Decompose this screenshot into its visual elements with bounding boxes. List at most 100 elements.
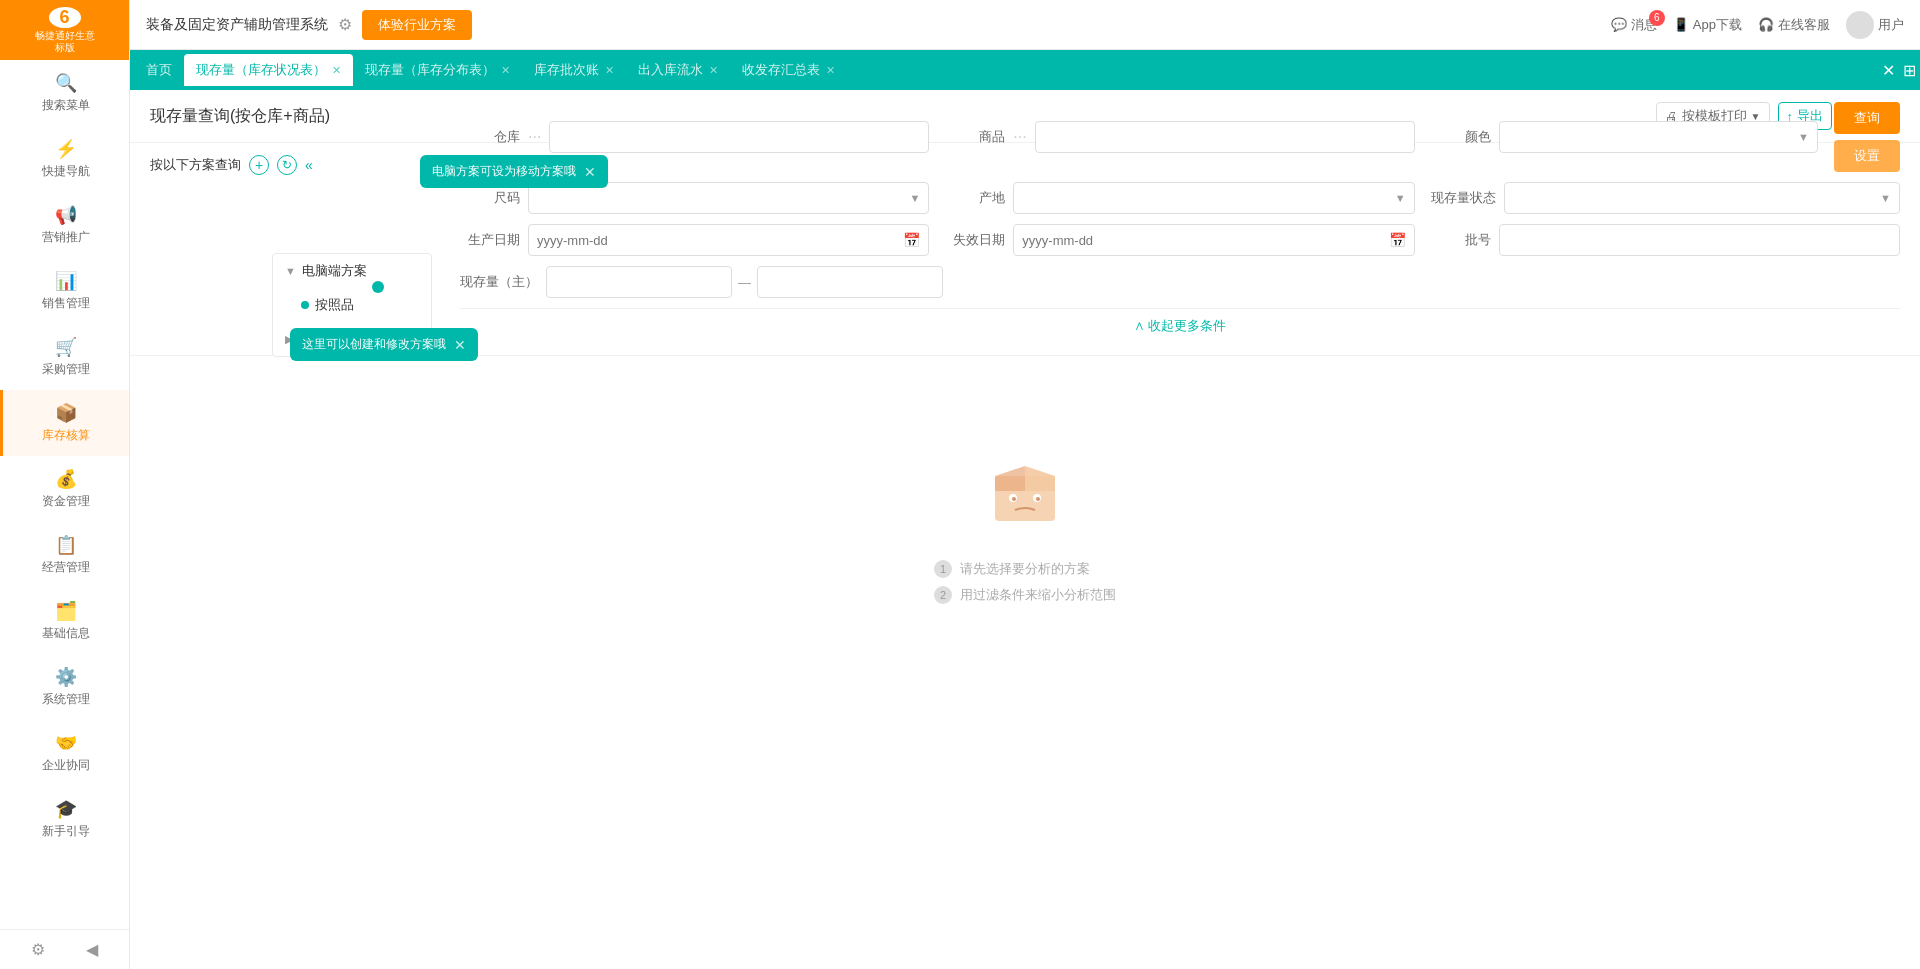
sidebar-item-system[interactable]: ⚙️ 系统管理	[0, 654, 129, 720]
svg-point-4	[1036, 497, 1040, 501]
tab-inventory-dist[interactable]: 现存量（库存分布表） ✕	[353, 54, 522, 86]
page-title: 现存量查询(按仓库+商品)	[150, 106, 330, 127]
tab-close-inventory-batch[interactable]: ✕	[605, 64, 614, 77]
sidebar-item-operations[interactable]: 📋 经营管理	[0, 522, 129, 588]
inventory-status-select[interactable]: ▼	[1504, 182, 1900, 214]
sidebar-item-enterprise[interactable]: 🤝 企业协同	[0, 720, 129, 786]
empty-step-2: 2 用过滤条件来缩小分析范围	[934, 582, 1116, 608]
product-label: 商品	[945, 128, 1005, 146]
step-2-number: 2	[934, 586, 952, 604]
user-avatar	[1846, 11, 1874, 39]
manufacture-date-text[interactable]	[537, 233, 903, 248]
inventory-main-from[interactable]	[546, 266, 732, 298]
footer-settings-btn[interactable]: ⚙	[31, 940, 45, 959]
sidebar-item-search[interactable]: 🔍 搜索菜单	[0, 60, 129, 126]
support-icon: 🎧	[1758, 17, 1774, 32]
app-logo: 6 畅捷通好生意 标版	[0, 0, 129, 60]
filter-back-btn[interactable]: «	[305, 157, 313, 173]
system-title: 装备及固定资产辅助管理系统	[146, 16, 328, 34]
search-btn[interactable]: 查询	[1834, 102, 1900, 134]
connector-dot	[372, 281, 384, 293]
scheme-tree-item-desktop[interactable]: ▼ 电脑端方案	[273, 254, 431, 288]
tab-receive-send[interactable]: 收发存汇总表 ✕	[730, 54, 847, 86]
system-icon: ⚙️	[55, 666, 77, 688]
operations-icon: 📋	[55, 534, 77, 556]
sidebar-nav: 🔍 搜索菜单 ⚡ 快捷导航 📢 营销推广 📊 销售管理 🛒 采购管理 📦 库存核…	[0, 60, 129, 929]
tab-bar-actions: ✕ ⊞	[1882, 61, 1916, 80]
step-1-number: 1	[934, 560, 952, 578]
sales-icon: 📊	[55, 270, 77, 292]
tab-inventory-flow[interactable]: 出入库流水 ✕	[626, 54, 730, 86]
experience-btn[interactable]: 体验行业方案	[362, 10, 472, 40]
sidebar-item-guide[interactable]: 🎓 新手引导	[0, 786, 129, 852]
origin-select[interactable]: ▼	[1013, 182, 1414, 214]
notification-icon: 💬	[1611, 17, 1627, 32]
sidebar-item-quick-nav[interactable]: ⚡ 快捷导航	[0, 126, 129, 192]
guide-icon: 🎓	[55, 798, 77, 820]
filter-row-inventory-main: 现存量（主） —	[460, 266, 943, 298]
filter-area: 按以下方案查询 + ↻ « ▼ 电脑端方案 按照品 ▶ 移动端方案	[130, 143, 1920, 356]
tab-inventory-batch[interactable]: 库存批次账 ✕	[522, 54, 626, 86]
sidebar-item-inventory[interactable]: 📦 库存核算	[0, 390, 129, 456]
manufacture-date-label: 生产日期	[460, 231, 520, 249]
marketing-icon: 📢	[55, 204, 77, 226]
empty-step-1: 1 请先选择要分析的方案	[934, 556, 1116, 582]
expiry-date-input[interactable]: 📅	[1013, 224, 1414, 256]
finance-icon: 💰	[55, 468, 77, 490]
warehouse-input[interactable]	[549, 121, 929, 153]
online-support-item[interactable]: 🎧 在线客服	[1758, 16, 1830, 34]
manufacture-date-input[interactable]: 📅	[528, 224, 929, 256]
collapse-bar[interactable]: ∧ 收起更多条件	[460, 308, 1900, 343]
inventory-icon: 📦	[55, 402, 77, 424]
footer-collapse-btn[interactable]: ◀	[86, 940, 98, 959]
reset-btn[interactable]: 设置	[1834, 140, 1900, 172]
logo-icon: 6	[49, 7, 81, 28]
main-area: 装备及固定资产辅助管理系统 ⚙ 体验行业方案 💬 6 消息 📱 App下载 🎧 …	[130, 0, 1920, 969]
origin-label: 产地	[945, 189, 1005, 207]
expand-icon: ▼	[285, 265, 296, 277]
sidebar-item-marketing[interactable]: 📢 营销推广	[0, 192, 129, 258]
base-info-icon: 🗂️	[55, 600, 77, 622]
tab-close-inventory-dist[interactable]: ✕	[501, 64, 510, 77]
notification-badge: 6	[1649, 10, 1665, 26]
sidebar-item-sales[interactable]: 📊 销售管理	[0, 258, 129, 324]
filter-refresh-btn[interactable]: ↻	[277, 155, 297, 175]
product-input[interactable]	[1035, 121, 1415, 153]
tab-close-receive-send[interactable]: ✕	[826, 64, 835, 77]
origin-dropdown-icon: ▼	[1395, 192, 1406, 204]
filter-add-btn[interactable]: +	[249, 155, 269, 175]
scheme-tooltip-1-close[interactable]: ✕	[584, 164, 596, 180]
expiry-date-label: 失效日期	[945, 231, 1005, 249]
filter-row-inventory-status: 现存量状态 ▼	[1431, 182, 1900, 214]
tab-close-inventory-flow[interactable]: ✕	[709, 64, 718, 77]
notification-item[interactable]: 💬 6 消息	[1611, 16, 1657, 34]
scheme-tooltip-2: 这里可以创建和修改方案哦 ✕	[290, 328, 478, 361]
expiry-date-text[interactable]	[1022, 233, 1388, 248]
scheme-tree-item-product[interactable]: 按照品	[273, 288, 431, 322]
tab-inventory-status[interactable]: 现存量（库存状况表） ✕	[184, 54, 353, 86]
inventory-main-to[interactable]	[757, 266, 943, 298]
range-dash: —	[738, 275, 751, 290]
filter-row-color: 颜色 ▼ 查询 设置	[1431, 102, 1900, 172]
settings-icon[interactable]: ⚙	[338, 15, 352, 34]
scheme-tooltip-2-close[interactable]: ✕	[454, 337, 466, 353]
batch-no-input[interactable]	[1499, 224, 1900, 256]
sidebar-item-finance[interactable]: 💰 资金管理	[0, 456, 129, 522]
warehouse-dots[interactable]: ···	[528, 128, 541, 146]
tab-close-inventory-status[interactable]: ✕	[332, 64, 341, 77]
scheme-tooltip-1: 电脑方案可设为移动方案哦 ✕	[420, 155, 608, 188]
color-select[interactable]: ▼	[1499, 121, 1818, 153]
filter-grid-wrapper: 仓库 ··· 商品 ··· 颜色 ▼	[460, 102, 1900, 298]
expiry-date-calendar-icon[interactable]: 📅	[1389, 232, 1406, 248]
tab-shrink-btn[interactable]: ✕	[1882, 61, 1895, 80]
purchase-icon: 🛒	[55, 336, 77, 358]
app-download-item[interactable]: 📱 App下载	[1673, 16, 1742, 34]
manufacture-date-calendar-icon[interactable]: 📅	[903, 232, 920, 248]
product-dots[interactable]: ···	[1013, 128, 1026, 146]
user-item[interactable]: 用户	[1846, 11, 1904, 39]
header-left: 装备及固定资产辅助管理系统 ⚙ 体验行业方案	[146, 10, 472, 40]
tab-home[interactable]: 首页	[134, 54, 184, 86]
sidebar-item-base-info[interactable]: 🗂️ 基础信息	[0, 588, 129, 654]
tab-expand-btn[interactable]: ⊞	[1903, 61, 1916, 80]
sidebar-item-purchase[interactable]: 🛒 采购管理	[0, 324, 129, 390]
